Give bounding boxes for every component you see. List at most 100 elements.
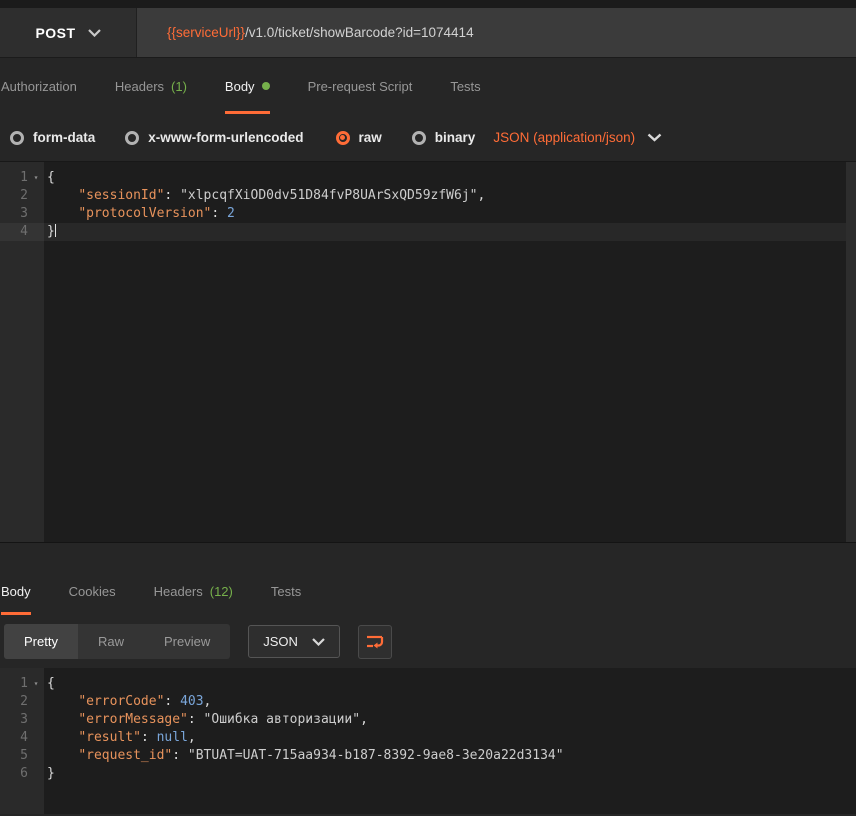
code-line: 6}	[0, 765, 856, 783]
scrollbar[interactable]	[846, 162, 856, 542]
window-top-strip	[0, 0, 856, 8]
code-text: }	[47, 766, 55, 781]
content-type-dropdown[interactable]: JSON (application/json)	[493, 130, 662, 145]
tab-label: Tests	[450, 78, 481, 94]
url-variable: {{serviceUrl}}	[167, 25, 246, 40]
tab-response-tests[interactable]: Tests	[271, 568, 301, 615]
body-type-selector: form-data x-www-form-urlencoded raw bina…	[0, 114, 856, 162]
response-format-dropdown[interactable]: JSON	[248, 625, 340, 658]
mode-label: raw	[358, 130, 382, 145]
code-line: 2 "errorCode": 403,	[0, 693, 856, 711]
code-line: 2 "sessionId": "xlpcqfXiOD0dv51D84fvP8UA…	[0, 187, 856, 205]
tab-response-headers[interactable]: Headers (12)	[154, 568, 233, 615]
view-mode-group: Pretty Raw Preview	[4, 624, 231, 659]
mode-label: x-www-form-urlencoded	[148, 130, 304, 145]
line-number: 6	[20, 766, 28, 781]
preview-button[interactable]: Preview	[144, 624, 230, 659]
chevron-down-icon	[647, 133, 662, 142]
body-mode-raw[interactable]: raw	[335, 130, 382, 145]
fold-toggle-icon[interactable]: ▾	[28, 675, 44, 693]
line-number: 5	[20, 748, 28, 763]
line-number: 3	[20, 712, 28, 727]
tab-label: Pre-request Script	[307, 78, 413, 94]
code-line: 5 "request_id": "BTUAT=UAT-715aa934-b187…	[0, 747, 856, 765]
method-dropdown[interactable]: POST	[0, 8, 137, 57]
text-cursor	[54, 224, 57, 237]
tab-label: Body	[1, 584, 31, 599]
code-line: 3 "protocolVersion": 2	[0, 205, 856, 223]
code-text: {	[47, 170, 55, 185]
pretty-button[interactable]: Pretty	[4, 624, 78, 659]
chevron-down-icon	[312, 637, 325, 646]
line-number: 2	[20, 694, 28, 709]
url-input[interactable]: {{serviceUrl}}/v1.0/ticket/showBarcode?i…	[137, 8, 856, 57]
fold-toggle-icon[interactable]: ▾	[28, 169, 44, 187]
body-mode-binary[interactable]: binary	[411, 130, 476, 145]
line-number: 3	[20, 206, 28, 221]
content-type-label: JSON (application/json)	[493, 130, 636, 145]
code-text: "request_id": "BTUAT=UAT-715aa934-b187-8…	[78, 748, 564, 763]
code-line: 1 ▾{	[0, 169, 856, 187]
code-text: "sessionId": "xlpcqfXiOD0dv51D84fvP8UArS…	[78, 188, 486, 203]
line-number: 1	[20, 170, 28, 185]
raw-button[interactable]: Raw	[78, 624, 144, 659]
line-number: 4	[20, 730, 28, 745]
line-number: 2	[20, 188, 28, 203]
radio-selected-icon[interactable]	[335, 130, 350, 145]
code-line: 1 ▾{	[0, 675, 856, 693]
code-line: 4}	[0, 223, 856, 241]
headers-count-badge: (12)	[209, 584, 233, 599]
tab-label: Authorization	[1, 78, 77, 94]
mode-label: binary	[434, 130, 476, 145]
tab-headers[interactable]: Headers (1)	[115, 58, 187, 114]
tab-cookies[interactable]: Cookies	[69, 568, 116, 615]
response-toolbar: Pretty Raw Preview JSON	[0, 615, 856, 668]
code-line: 3 "errorMessage": "Ошибка авторизации",	[0, 711, 856, 729]
chevron-down-icon	[87, 28, 101, 37]
line-number: 1	[20, 676, 28, 691]
url-path: /v1.0/ticket/showBarcode?id=1074414	[245, 25, 474, 40]
code-line: 4 "result": null,	[0, 729, 856, 747]
tab-label: Body	[224, 78, 255, 94]
tab-label: Cookies	[68, 584, 116, 599]
format-label: JSON	[263, 634, 298, 649]
tab-body[interactable]: Body	[224, 58, 270, 114]
response-tabs: Body Cookies Headers (12) Tests	[0, 568, 856, 615]
mode-label: form-data	[33, 130, 96, 145]
radio-icon[interactable]	[125, 130, 140, 145]
response-body-viewer: 1 ▾{2 "errorCode": 403, 3 "errorMessage": …	[0, 668, 856, 814]
code-text: "errorCode": 403,	[78, 694, 212, 709]
body-modified-dot-icon	[261, 82, 270, 90]
tab-pre-request-script[interactable]: Pre-request Script	[308, 58, 413, 114]
request-body-editor[interactable]: 1 ▾{2 "sessionId": "xlpcqfXiOD0dv51D84fvP…	[0, 162, 856, 543]
code-text: "errorMessage": "Ошибка авторизации",	[78, 712, 368, 727]
code-text: }	[47, 224, 57, 239]
wrap-lines-icon	[367, 635, 384, 648]
wrap-lines-button[interactable]	[357, 624, 392, 659]
tab-label: Tests	[270, 584, 302, 599]
body-mode-urlencoded[interactable]: x-www-form-urlencoded	[125, 130, 304, 145]
response-section-divider	[0, 543, 856, 568]
radio-icon[interactable]	[411, 130, 426, 145]
request-url-bar: POST {{serviceUrl}}/v1.0/ticket/showBarc…	[0, 8, 856, 58]
line-number: 4	[20, 224, 28, 239]
code-text: "protocolVersion": 2	[78, 206, 235, 221]
code-text: {	[47, 676, 55, 691]
code-text: "result": null,	[78, 730, 196, 745]
request-tabs: Authorization Headers (1) Body Pre-reque…	[0, 58, 856, 114]
headers-count-badge: (1)	[171, 78, 187, 94]
body-mode-form-data[interactable]: form-data	[10, 130, 95, 145]
tab-tests[interactable]: Tests	[450, 58, 480, 114]
tab-label: Headers	[153, 584, 203, 599]
radio-icon[interactable]	[10, 130, 24, 145]
tab-label: Headers	[114, 78, 165, 94]
tab-response-body[interactable]: Body	[1, 568, 31, 615]
tab-authorization[interactable]: Authorization	[1, 58, 77, 114]
